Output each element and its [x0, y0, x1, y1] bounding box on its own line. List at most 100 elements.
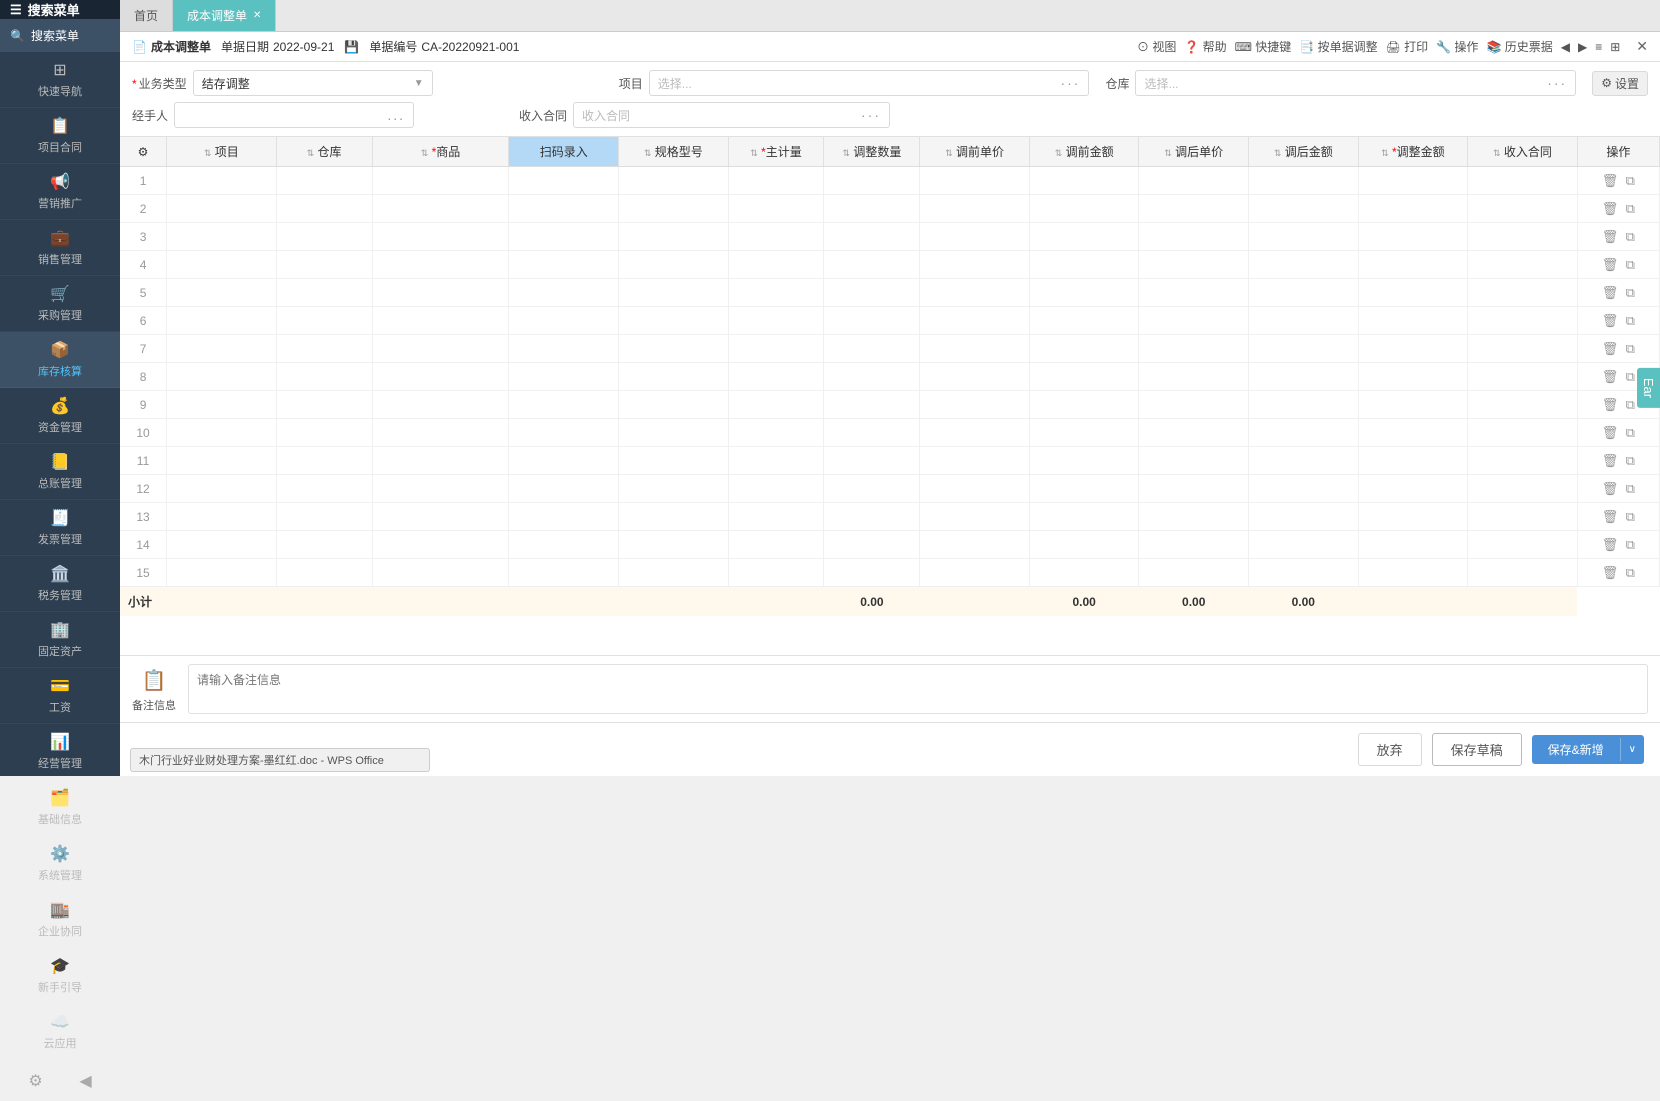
row-8-before-amount[interactable] — [1029, 363, 1139, 391]
row-2-adj-amount[interactable] — [1358, 195, 1468, 223]
row-15-after-amount[interactable] — [1249, 559, 1359, 587]
row-9-scan[interactable] — [509, 391, 619, 419]
col-income-contract[interactable]: ⇅ 收入合同 — [1468, 137, 1578, 167]
row-13-after-amount[interactable] — [1249, 503, 1359, 531]
row-10-product[interactable] — [372, 419, 509, 447]
row-6-before-price[interactable] — [920, 307, 1030, 335]
sidebar-item-guide[interactable]: 🎓 新手引导 — [0, 948, 120, 1004]
row-12-qty[interactable] — [824, 475, 920, 503]
history-action[interactable]: 📚 历史票据 — [1486, 38, 1552, 55]
row-1-income-contract[interactable] — [1468, 167, 1578, 195]
save-draft-button[interactable]: 保存草稿 — [1432, 733, 1522, 766]
row-5-before-amount[interactable] — [1029, 279, 1139, 307]
row-14-unit[interactable] — [728, 531, 824, 559]
row-6-qty[interactable] — [824, 307, 920, 335]
row-8-project[interactable] — [167, 363, 277, 391]
col-qty[interactable]: ⇅ 调整数量 — [824, 137, 920, 167]
row-13-adj-amount[interactable] — [1358, 503, 1468, 531]
row-8-income-contract[interactable] — [1468, 363, 1578, 391]
row-6-copy-icon[interactable]: ⧉ — [1626, 313, 1635, 328]
row-6-income-contract[interactable] — [1468, 307, 1578, 335]
row-10-scan[interactable] — [509, 419, 619, 447]
sidebar-item-purchase[interactable]: 🛒 采购管理 — [0, 276, 120, 332]
row-9-unit[interactable] — [728, 391, 824, 419]
row-4-before-price[interactable] — [920, 251, 1030, 279]
row-5-after-price[interactable] — [1139, 279, 1249, 307]
row-1-before-amount[interactable] — [1029, 167, 1139, 195]
row-9-after-amount[interactable] — [1249, 391, 1359, 419]
row-6-spec[interactable] — [619, 307, 729, 335]
settings-icon[interactable]: ⚙ — [28, 1071, 42, 1091]
row-3-spec[interactable] — [619, 223, 729, 251]
row-7-before-amount[interactable] — [1029, 335, 1139, 363]
row-10-income-contract[interactable] — [1468, 419, 1578, 447]
row-2-income-contract[interactable] — [1468, 195, 1578, 223]
row-2-delete-icon[interactable]: 🗑 — [1602, 201, 1619, 216]
row-14-scan[interactable] — [509, 531, 619, 559]
col-product[interactable]: ⇅ *商品 — [372, 137, 509, 167]
row-13-unit[interactable] — [728, 503, 824, 531]
row-11-qty[interactable] — [824, 447, 920, 475]
row-4-income-contract[interactable] — [1468, 251, 1578, 279]
row-6-warehouse[interactable] — [276, 307, 372, 335]
row-12-project[interactable] — [167, 475, 277, 503]
tab-home[interactable]: 首页 — [120, 0, 173, 31]
row-6-after-price[interactable] — [1139, 307, 1249, 335]
settings-button[interactable]: ⚙ 设置 — [1592, 71, 1648, 96]
row-11-after-price[interactable] — [1139, 447, 1249, 475]
row-4-delete-icon[interactable]: 🗑 — [1602, 257, 1619, 272]
row-8-after-amount[interactable] — [1249, 363, 1359, 391]
row-4-scan[interactable] — [509, 251, 619, 279]
row-2-unit[interactable] — [728, 195, 824, 223]
row-5-adj-amount[interactable] — [1358, 279, 1468, 307]
agent-input[interactable]: ... — [174, 102, 414, 128]
row-12-after-amount[interactable] — [1249, 475, 1359, 503]
row-11-after-amount[interactable] — [1249, 447, 1359, 475]
col-after-amount[interactable]: ⇅ 调后金额 — [1249, 137, 1359, 167]
list-view-icon[interactable]: ≡ — [1595, 40, 1602, 54]
row-6-delete-icon[interactable]: 🗑 — [1602, 313, 1619, 328]
row-3-qty[interactable] — [824, 223, 920, 251]
row-13-product[interactable] — [372, 503, 509, 531]
row-2-before-price[interactable] — [920, 195, 1030, 223]
row-11-copy-icon[interactable]: ⧉ — [1626, 453, 1635, 468]
row-15-warehouse[interactable] — [276, 559, 372, 587]
row-8-after-price[interactable] — [1139, 363, 1249, 391]
grid-view-icon[interactable]: ⊞ — [1610, 40, 1620, 54]
row-14-adj-amount[interactable] — [1358, 531, 1468, 559]
save-icon[interactable]: 💾 — [344, 40, 359, 54]
row-7-qty[interactable] — [824, 335, 920, 363]
save-new-button[interactable]: 保存&新增 ∨ — [1532, 735, 1644, 764]
row-3-warehouse[interactable] — [276, 223, 372, 251]
sidebar-item-project-contract[interactable]: 📋 项目合同 — [0, 108, 120, 164]
row-1-product[interactable] — [372, 167, 509, 195]
row-7-adj-amount[interactable] — [1358, 335, 1468, 363]
ops-action[interactable]: 🔧 操作 — [1436, 38, 1478, 55]
adjust-action[interactable]: 📑 按单据调整 — [1299, 38, 1377, 55]
row-7-copy-icon[interactable]: ⧉ — [1626, 341, 1635, 356]
row-8-adj-amount[interactable] — [1358, 363, 1468, 391]
row-14-product[interactable] — [372, 531, 509, 559]
row-9-copy-icon[interactable]: ⧉ — [1626, 397, 1635, 412]
row-1-project[interactable] — [167, 167, 277, 195]
row-14-after-amount[interactable] — [1249, 531, 1359, 559]
row-15-project[interactable] — [167, 559, 277, 587]
row-7-after-amount[interactable] — [1249, 335, 1359, 363]
row-6-unit[interactable] — [728, 307, 824, 335]
row-7-after-price[interactable] — [1139, 335, 1249, 363]
row-14-before-amount[interactable] — [1029, 531, 1139, 559]
tab-close-icon[interactable]: ✕ — [253, 10, 261, 21]
row-13-delete-icon[interactable]: 🗑 — [1602, 509, 1619, 524]
row-6-scan[interactable] — [509, 307, 619, 335]
row-15-unit[interactable] — [728, 559, 824, 587]
sidebar-item-system[interactable]: ⚙️ 系统管理 — [0, 836, 120, 892]
row-10-qty[interactable] — [824, 419, 920, 447]
row-14-warehouse[interactable] — [276, 531, 372, 559]
sidebar-item-ledger[interactable]: 📒 总账管理 — [0, 444, 120, 500]
sidebar-item-sales[interactable]: 💼 销售管理 — [0, 220, 120, 276]
row-11-product[interactable] — [372, 447, 509, 475]
row-11-before-amount[interactable] — [1029, 447, 1139, 475]
row-2-warehouse[interactable] — [276, 195, 372, 223]
row-11-income-contract[interactable] — [1468, 447, 1578, 475]
row-15-after-price[interactable] — [1139, 559, 1249, 587]
